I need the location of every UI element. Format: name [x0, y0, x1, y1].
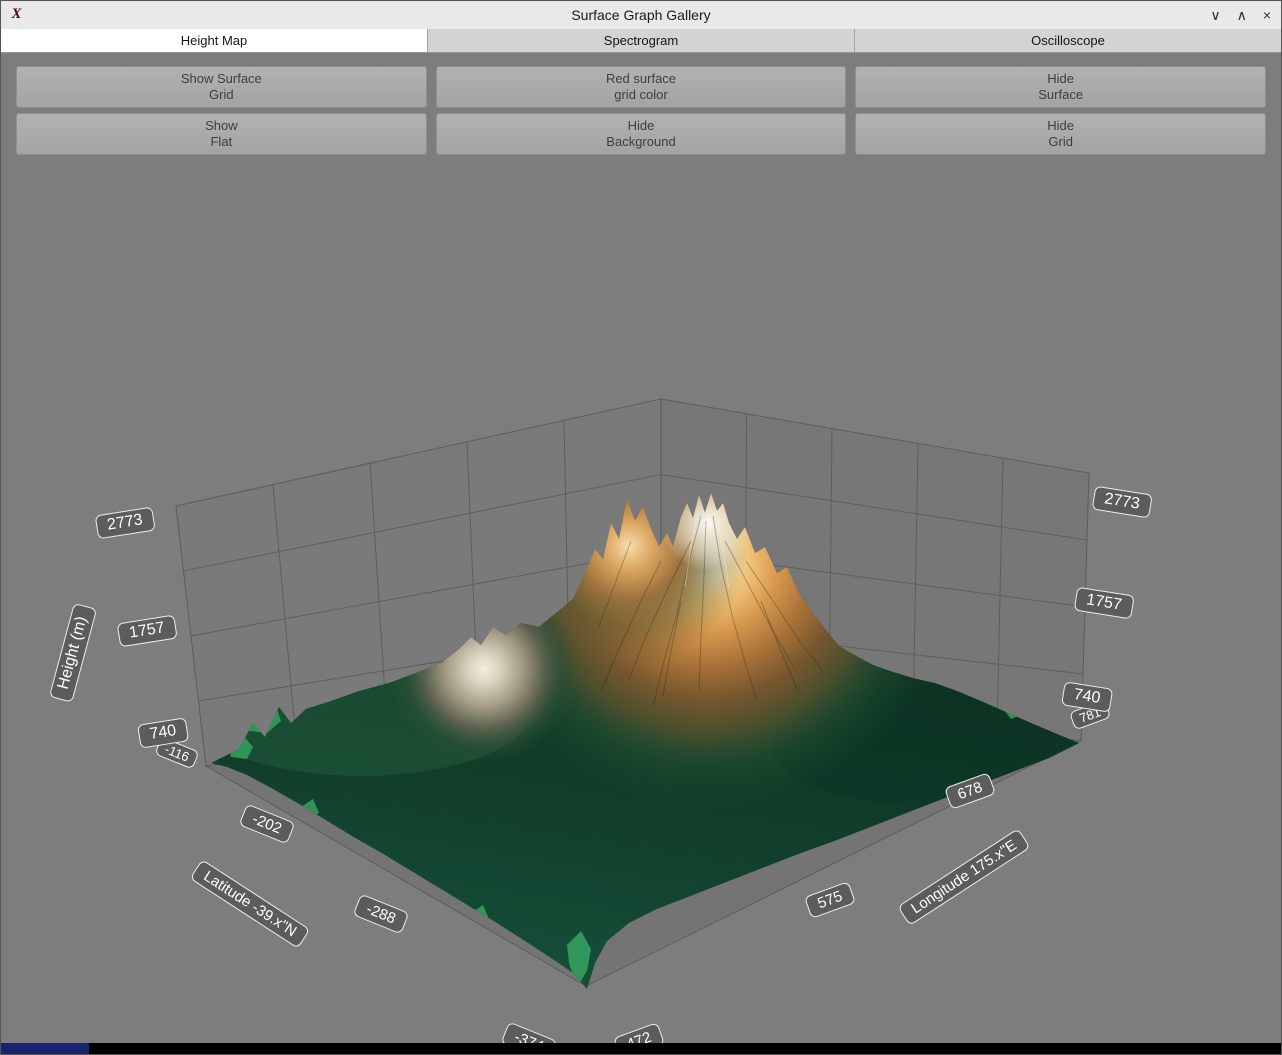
button-label-line: Show [205, 118, 238, 134]
window-title-bar[interactable]: X Surface Graph Gallery ∨ ∧ × [1, 1, 1281, 30]
button-label-line: Surface [1038, 87, 1083, 103]
button-label-line: Grid [1048, 134, 1073, 150]
window-title: Surface Graph Gallery [1, 1, 1281, 29]
button-label-line: Hide [628, 118, 655, 134]
hide-grid-button[interactable]: Hide Grid [855, 113, 1266, 155]
bottom-edge-strip [1, 1043, 1281, 1054]
tab-bar: Height Map Spectrogram Oscilloscope [1, 29, 1281, 53]
surface-plot-canvas[interactable] [1, 1, 1282, 1055]
button-label-line: Background [606, 134, 675, 150]
button-label-line: Hide [1047, 71, 1074, 87]
maximize-window-button[interactable]: ∧ [1237, 7, 1247, 24]
bottom-edge-strip-blue [1, 1043, 89, 1054]
hide-background-button[interactable]: Hide Background [436, 113, 847, 155]
button-label-line: Red surface [606, 71, 676, 87]
hide-surface-button[interactable]: Hide Surface [855, 66, 1266, 108]
button-label-line: grid color [614, 87, 667, 103]
button-label-line: Grid [209, 87, 234, 103]
show-surface-grid-button[interactable]: Show Surface Grid [16, 66, 427, 108]
tab-spectrogram[interactable]: Spectrogram [428, 29, 855, 52]
application-window: Height (m) 2773 1757 -116 740 -202 -288 … [0, 0, 1282, 1055]
button-label-line: Hide [1047, 118, 1074, 134]
show-flat-button[interactable]: Show Flat [16, 113, 427, 155]
shade-window-button[interactable]: ∨ [1210, 7, 1220, 24]
surface-controls-toolbar: Show Surface Grid Red surface grid color… [16, 66, 1266, 155]
button-label-line: Show Surface [181, 71, 262, 87]
red-surface-grid-color-button[interactable]: Red surface grid color [436, 66, 847, 108]
close-window-button[interactable]: × [1263, 7, 1271, 23]
button-label-line: Flat [210, 134, 232, 150]
tab-height-map[interactable]: Height Map [1, 29, 428, 52]
tab-oscilloscope[interactable]: Oscilloscope [855, 29, 1281, 52]
